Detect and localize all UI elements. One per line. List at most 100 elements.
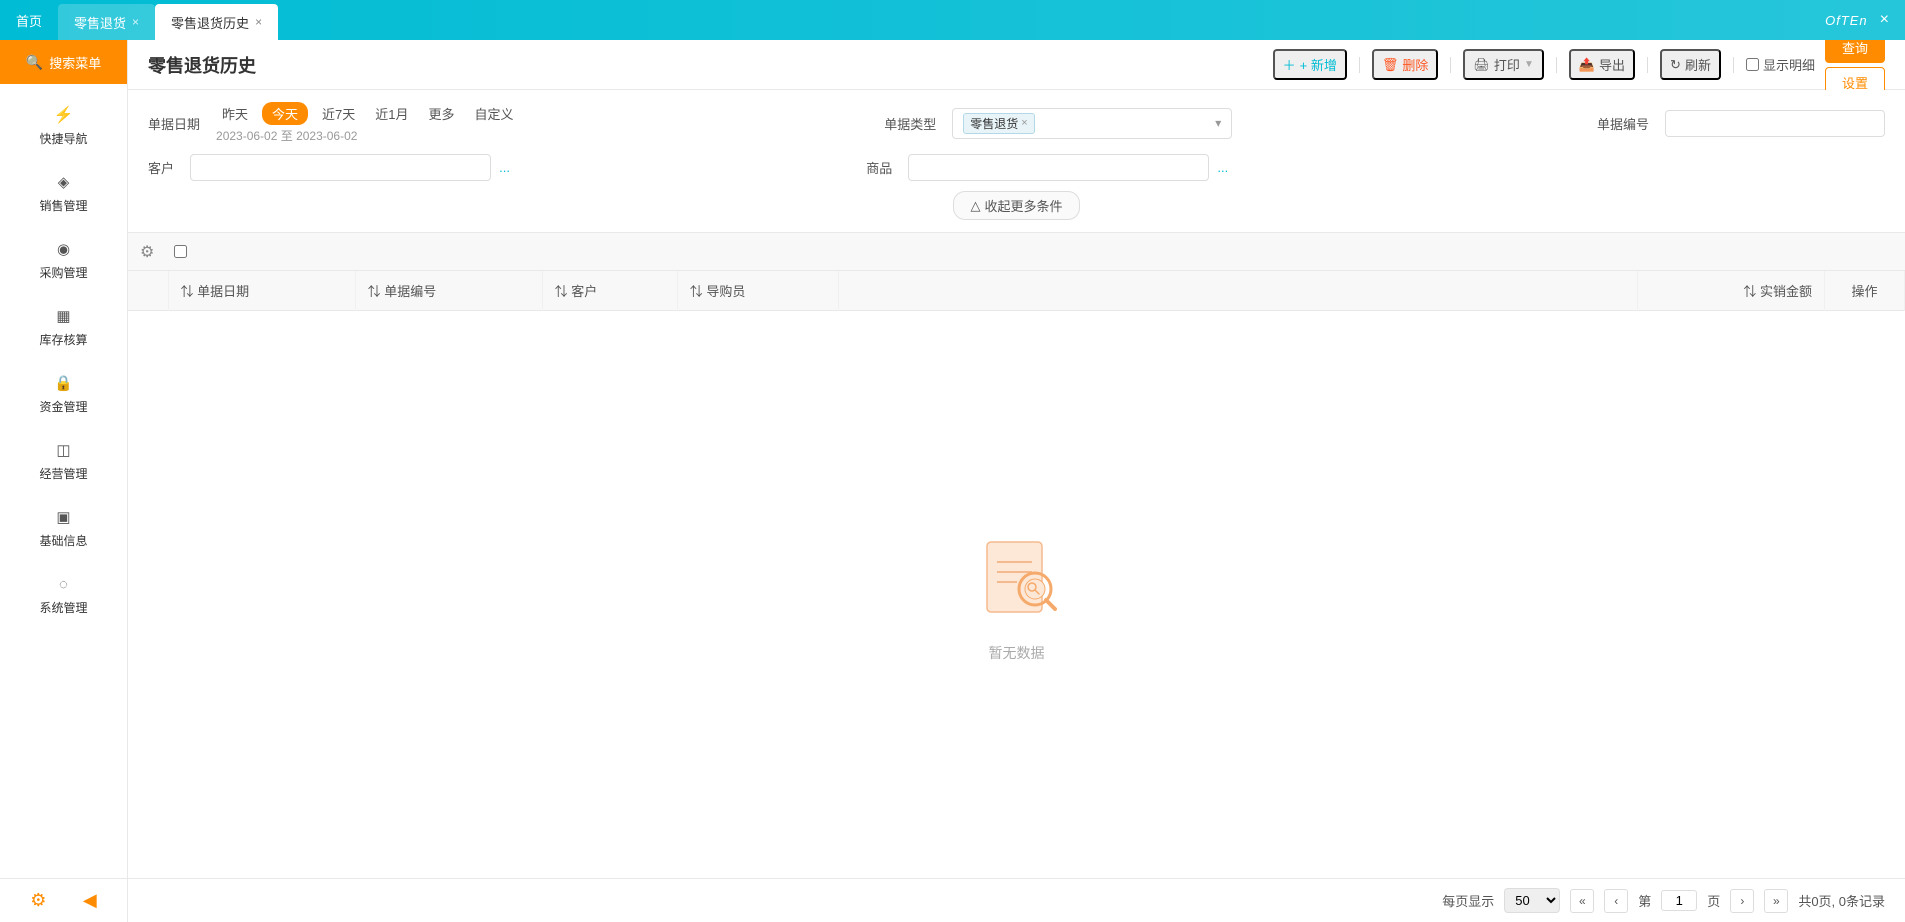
- voucher-input[interactable]: [1665, 110, 1885, 137]
- sidebar-item-label: 销售管理: [39, 197, 87, 214]
- table-toolbar: ⚙: [128, 233, 1905, 271]
- th-amount-sort-icon: ⇅: [1743, 284, 1760, 299]
- show-detail-checkbox-label[interactable]: 显示明细: [1746, 55, 1815, 74]
- select-all-checkbox[interactable]: [174, 245, 187, 258]
- sidebar-bottom: ⚙ ◀: [0, 878, 127, 922]
- total-text: 共0页, 0条记录: [1798, 891, 1885, 910]
- tab-retail-return[interactable]: 零售退货 ×: [58, 4, 155, 40]
- date-opt-more[interactable]: 更多: [423, 102, 461, 125]
- collapse-row: △ 收起更多条件: [148, 191, 1885, 220]
- sidebar-item-label: 采购管理: [39, 264, 87, 281]
- search-icon: 🔍: [26, 54, 43, 71]
- th-voucher-sort-icon: ⇅: [368, 284, 385, 299]
- th-customer[interactable]: ⇅ 客户: [542, 271, 677, 311]
- sales-icon: ◈: [53, 171, 75, 193]
- sidebar-item-quick-nav[interactable]: ⚡ 快捷导航: [0, 92, 127, 159]
- sidebar-item-sales-mgmt[interactable]: ◈ 销售管理: [0, 159, 127, 226]
- collapse-sidebar-icon[interactable]: ◀: [83, 890, 97, 911]
- goods-filter-label: 商品: [866, 158, 892, 177]
- sidebar-item-operation-mgmt[interactable]: ◫ 经营管理: [0, 427, 127, 494]
- empty-text: 暂无数据: [989, 643, 1045, 663]
- date-opt-custom[interactable]: 自定义: [469, 102, 520, 125]
- type-selector[interactable]: 零售退货 × ▾: [952, 108, 1232, 139]
- print-dropdown-icon: ▼: [1524, 59, 1534, 70]
- tab-retail-return-history-label: 零售退货历史: [171, 13, 249, 32]
- empty-state: 暂无数据: [128, 311, 1905, 878]
- top-bar: 首页 零售退货 × 零售退货历史 × OfTEn ×: [0, 0, 1905, 40]
- tab-retail-return-label: 零售退货: [74, 13, 126, 32]
- tab-retail-return-history[interactable]: 零售退货历史 ×: [155, 4, 278, 40]
- next-page-button[interactable]: ›: [1730, 889, 1754, 913]
- th-customer-sort-icon: ⇅: [555, 284, 572, 299]
- date-filter-group: 昨天 今天 近7天 近1月 更多 自定义 2023-06-02 至 2023-0…: [216, 102, 520, 144]
- customer-input[interactable]: [190, 154, 491, 181]
- th-guide[interactable]: ⇅ 导购员: [677, 271, 838, 311]
- sidebar-item-finance-mgmt[interactable]: 🔒 资金管理: [0, 360, 127, 427]
- show-detail-checkbox[interactable]: [1746, 58, 1759, 71]
- export-button[interactable]: 📤 导出: [1569, 49, 1635, 80]
- top-bar-right: OfTEn ×: [1825, 11, 1905, 29]
- tab-home[interactable]: 首页: [0, 0, 58, 40]
- print-button[interactable]: 🖨 打印 ▼: [1463, 49, 1543, 80]
- th-voucher-no[interactable]: ⇅ 单据编号: [355, 271, 542, 311]
- sidebar-item-purchase-mgmt[interactable]: ◉ 采购管理: [0, 226, 127, 293]
- right-btns: 查询 设置: [1825, 40, 1885, 98]
- header-actions: ＋ + 新增 🗑 删除 🖨 打印 ▼ 📤 导出: [1273, 40, 1885, 98]
- last-page-button[interactable]: »: [1764, 889, 1788, 913]
- sidebar-nav: ⚡ 快捷导航 ◈ 销售管理 ◉ 采购管理 ▦ 库存核算 🔒 资金管理 ◫ 经营管…: [0, 84, 127, 878]
- new-button[interactable]: ＋ + 新增: [1273, 49, 1347, 80]
- date-opt-today[interactable]: 今天: [262, 102, 308, 125]
- goods-input-group: ...: [908, 154, 1228, 181]
- collapse-button[interactable]: △ 收起更多条件: [953, 191, 1079, 220]
- divider2: [1450, 57, 1451, 73]
- th-guide-sort-icon: ⇅: [690, 284, 707, 299]
- tab-retail-return-close[interactable]: ×: [132, 15, 139, 29]
- content-area: 零售退货历史 ＋ + 新增 🗑 删除 🖨 打印 ▼: [128, 40, 1905, 922]
- date-range-text: 2023-06-02 至 2023-06-02: [216, 127, 520, 144]
- type-tag-close[interactable]: ×: [1021, 117, 1027, 129]
- first-page-button[interactable]: «: [1570, 889, 1594, 913]
- tab-retail-return-history-close[interactable]: ×: [255, 15, 262, 29]
- customer-filter-label: 客户: [148, 158, 174, 177]
- goods-select-btn[interactable]: ...: [1217, 160, 1228, 175]
- page-size-select[interactable]: 10 20 50 100: [1504, 888, 1560, 913]
- filter-area: 单据日期 昨天 今天 近7天 近1月 更多 自定义 2023-06-02 至 2…: [128, 90, 1905, 233]
- system-icon: ◌: [53, 573, 75, 595]
- voucher-input-group: [1665, 110, 1885, 137]
- refresh-button[interactable]: ↻ 刷新: [1660, 49, 1721, 80]
- sidebar-search-button[interactable]: 🔍 搜索菜单: [0, 40, 127, 84]
- page-number-input[interactable]: [1661, 890, 1697, 911]
- sidebar-item-label: 资金管理: [39, 398, 87, 415]
- type-tag-value: 零售退货: [970, 115, 1018, 132]
- table-settings-icon[interactable]: ⚙: [140, 242, 154, 262]
- sidebar-search-label: 搜索菜单: [49, 53, 101, 72]
- date-opt-1month[interactable]: 近1月: [369, 102, 414, 125]
- type-tag-inner: 零售退货 ×: [963, 113, 1209, 134]
- page-size-label: 每页显示: [1442, 891, 1494, 910]
- page-input-prefix: 第: [1638, 891, 1651, 910]
- th-amount[interactable]: ⇅ 实销金额: [1637, 271, 1824, 311]
- window-close-button[interactable]: ×: [1880, 11, 1889, 29]
- export-icon: 📤: [1579, 57, 1595, 73]
- goods-input[interactable]: [908, 154, 1209, 181]
- query-button[interactable]: 查询: [1825, 40, 1885, 63]
- delete-button[interactable]: 🗑 删除: [1372, 49, 1439, 80]
- th-date[interactable]: ⇅ 单据日期: [168, 271, 355, 311]
- filter-row-1: 单据日期 昨天 今天 近7天 近1月 更多 自定义 2023-06-02 至 2…: [148, 102, 1885, 144]
- th-ops: 操作: [1825, 271, 1905, 311]
- customer-select-btn[interactable]: ...: [499, 160, 510, 175]
- main-layout: 🔍 搜索菜单 ⚡ 快捷导航 ◈ 销售管理 ◉ 采购管理 ▦ 库存核算 🔒 资金: [0, 40, 1905, 922]
- prev-page-button[interactable]: ‹: [1604, 889, 1628, 913]
- table-header: ⇅ 单据日期 ⇅ 单据编号 ⇅ 客户 ⇅: [128, 271, 1905, 311]
- page-unit: 页: [1707, 891, 1720, 910]
- date-opt-7days[interactable]: 近7天: [316, 102, 361, 125]
- sidebar: 🔍 搜索菜单 ⚡ 快捷导航 ◈ 销售管理 ◉ 采购管理 ▦ 库存核算 🔒 资金: [0, 40, 128, 922]
- sidebar-item-inventory[interactable]: ▦ 库存核算: [0, 293, 127, 360]
- sidebar-item-basic-info[interactable]: ▣ 基础信息: [0, 494, 127, 561]
- settings-icon[interactable]: ⚙: [30, 890, 46, 911]
- date-opt-yesterday[interactable]: 昨天: [216, 102, 254, 125]
- sidebar-item-system-mgmt[interactable]: ◌ 系统管理: [0, 561, 127, 628]
- sidebar-item-label: 库存核算: [39, 331, 87, 348]
- quick-nav-icon: ⚡: [53, 104, 75, 126]
- voucher-filter-label: 单据编号: [1597, 114, 1649, 133]
